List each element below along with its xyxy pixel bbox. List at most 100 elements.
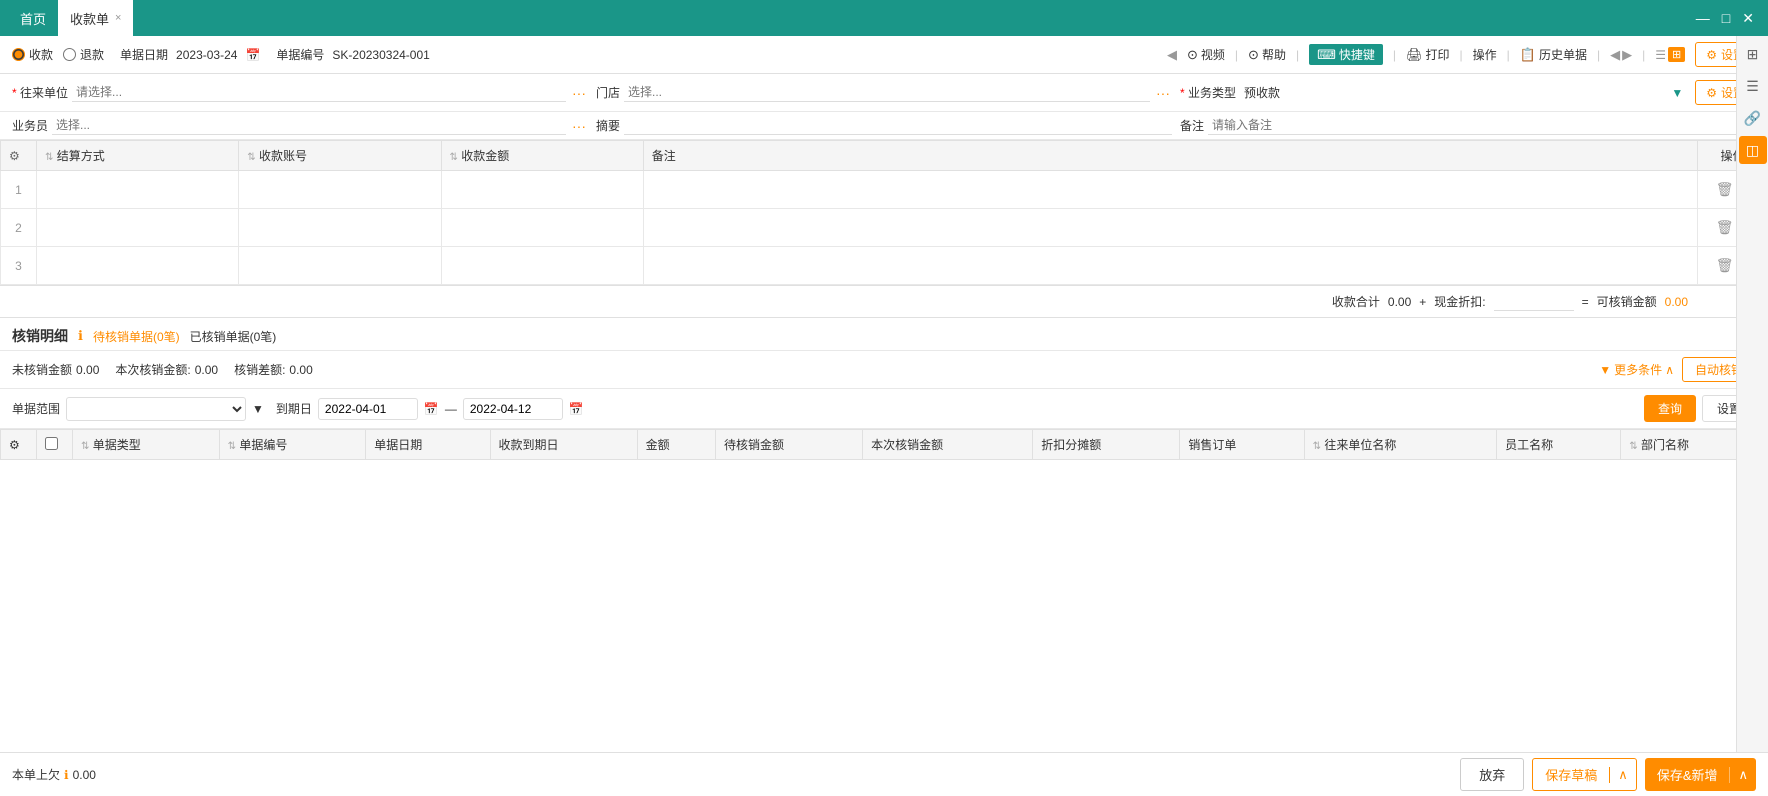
row-2-settlement[interactable]	[37, 209, 239, 247]
col-settings: ⚙	[1, 141, 37, 171]
row-1-delete-icon[interactable]: 🗑	[1716, 181, 1734, 198]
info-icon-footer[interactable]: ℹ	[64, 768, 69, 782]
collectdate-header: 收款到期日	[499, 438, 559, 452]
settlement-sort-icon[interactable]: ⇅	[45, 152, 53, 163]
store-input[interactable]	[624, 83, 1150, 102]
sidebar-link-icon[interactable]: 🔗	[1739, 104, 1767, 132]
row-3-settlement[interactable]	[37, 247, 239, 285]
maximize-button[interactable]: □	[1716, 10, 1736, 26]
col-account: ⇅ 收款账号	[239, 141, 441, 171]
close-window-button[interactable]: ✕	[1736, 10, 1760, 27]
receive-radio-input[interactable]	[12, 48, 25, 61]
discount-input[interactable]	[1494, 292, 1574, 311]
row-3-amount[interactable]	[441, 247, 643, 285]
summary-label: 摘要	[596, 117, 620, 134]
staff-label: 业务员	[12, 117, 48, 134]
save-new-arrow-icon[interactable]: ∧	[1729, 767, 1756, 783]
save-draft-arrow-icon[interactable]: ∧	[1609, 767, 1636, 783]
video-link[interactable]: ⊙ 视频	[1187, 46, 1225, 63]
receipt-table: ⚙ ⇅ 结算方式 ⇅ 收款账号 ⇅ 收款金额 备注	[0, 140, 1768, 285]
view-toggle[interactable]: ☰ ⊞	[1655, 47, 1685, 62]
refund-radio-input[interactable]	[63, 48, 76, 61]
table-row: 3 🗑 ⊕	[1, 247, 1768, 285]
btable-gear-icon[interactable]: ⚙	[9, 438, 20, 452]
search-filters: 单据范围 ▼ 到期日 📅 — 📅 查询 设置	[0, 389, 1768, 429]
unwritten-value: 0.00	[76, 363, 99, 377]
row-3-account[interactable]	[239, 247, 441, 285]
prev-arrow-icon[interactable]: ◀	[1167, 47, 1177, 63]
top-nav: 首页 收款单 × — □ ✕	[0, 0, 1768, 36]
row-1-account[interactable]	[239, 171, 441, 209]
biz-type-label: 业务类型	[1180, 84, 1236, 101]
select-all-checkbox[interactable]	[45, 437, 58, 450]
counterparty-more-icon[interactable]: ···	[570, 85, 588, 101]
date-to-input[interactable]	[463, 398, 563, 420]
doc-date-group: 单据日期 2023-03-24 📅	[120, 46, 260, 63]
col-settlement: ⇅ 结算方式	[37, 141, 239, 171]
nav-next-icon[interactable]: ▶	[1622, 47, 1632, 63]
receive-label: 收款	[29, 46, 53, 63]
sidebar-expand-icon[interactable]: ◫	[1739, 136, 1767, 164]
btcol-discount: 折扣分摊额	[1033, 430, 1180, 460]
row-2-note[interactable]	[643, 209, 1697, 247]
row-2-delete-icon[interactable]: 🗑	[1716, 219, 1734, 236]
video-label: 视频	[1201, 46, 1225, 63]
history-link[interactable]: 📋 历史单据	[1520, 46, 1587, 63]
query-button[interactable]: 查询	[1644, 395, 1696, 422]
sidebar-table-icon[interactable]: ⊞	[1739, 40, 1767, 68]
receipt-total-value: 0.00	[1388, 295, 1411, 309]
help-link[interactable]: ⊙ 帮助	[1248, 46, 1286, 63]
staff-input[interactable]	[52, 116, 566, 135]
btcol-salesorder: 销售订单	[1180, 430, 1304, 460]
date-from-input[interactable]	[318, 398, 418, 420]
doctype-sort-icon[interactable]: ⇅	[81, 441, 89, 452]
settings-gear-icon: ⚙	[1706, 48, 1717, 62]
counterparty-sort-icon[interactable]: ⇅	[1313, 441, 1321, 452]
home-tab[interactable]: 首页	[8, 9, 58, 28]
row-2-amount[interactable]	[441, 209, 643, 247]
ops-link[interactable]: 操作	[1473, 46, 1497, 63]
receipt-type-group: 收款 退款	[12, 46, 104, 63]
sidebar-list-icon[interactable]: ☰	[1739, 72, 1767, 100]
counterparty-label: 往来单位	[12, 84, 68, 101]
counterparty-input[interactable]	[72, 83, 566, 102]
print-link[interactable]: 🖨 打印	[1406, 46, 1450, 63]
receive-radio[interactable]: 收款	[12, 46, 53, 63]
row-3-note[interactable]	[643, 247, 1697, 285]
minimize-button[interactable]: —	[1690, 10, 1716, 26]
docnum-sort-icon[interactable]: ⇅	[228, 441, 236, 452]
row-2-account[interactable]	[239, 209, 441, 247]
date-to-cal-icon[interactable]: 📅	[569, 402, 584, 416]
refund-radio[interactable]: 退款	[63, 46, 104, 63]
row-3-delete-icon[interactable]: 🗑	[1716, 257, 1734, 274]
receipt-tab[interactable]: 收款单 ×	[58, 0, 133, 36]
date-separator: —	[445, 402, 457, 416]
save-draft-button[interactable]: 保存草稿 ∧	[1532, 758, 1637, 791]
shortcut-link[interactable]: ⌨ 快捷键	[1309, 44, 1383, 65]
pending-link[interactable]: 待核销单据(0笔)	[93, 328, 180, 345]
dept-sort-icon[interactable]: ⇅	[1629, 441, 1637, 452]
writeoff-info-icon[interactable]: ℹ	[78, 328, 83, 344]
store-more-icon[interactable]: ···	[1154, 85, 1172, 101]
row-1-settlement[interactable]	[37, 171, 239, 209]
range-select[interactable]	[66, 397, 246, 421]
table-gear-icon[interactable]: ⚙	[9, 149, 20, 163]
calendar-icon[interactable]: 📅	[245, 48, 260, 62]
note-input[interactable]	[1208, 116, 1756, 135]
row-1-note[interactable]	[643, 171, 1697, 209]
done-link[interactable]: 已核销单据(0笔)	[190, 328, 277, 345]
more-conditions-btn[interactable]: ▼ 更多条件 ∧	[1599, 361, 1674, 378]
row-1-amount[interactable]	[441, 171, 643, 209]
biz-type-dropdown-icon[interactable]: ▼	[1671, 86, 1683, 100]
docdate-header: 单据日期	[374, 438, 422, 452]
account-sort-icon[interactable]: ⇅	[247, 152, 255, 163]
amount-sort-icon[interactable]: ⇅	[450, 152, 458, 163]
save-new-button[interactable]: 保存&新增 ∧	[1645, 758, 1756, 791]
date-from-cal-icon[interactable]: 📅	[424, 402, 439, 416]
tab-close-icon[interactable]: ×	[115, 12, 121, 24]
summary-input[interactable]	[624, 116, 1172, 135]
account-header: 收款账号	[259, 149, 307, 163]
nav-prev-icon[interactable]: ◀	[1610, 47, 1620, 63]
staff-more-icon[interactable]: ···	[570, 118, 588, 134]
discard-button[interactable]: 放弃	[1460, 758, 1524, 791]
